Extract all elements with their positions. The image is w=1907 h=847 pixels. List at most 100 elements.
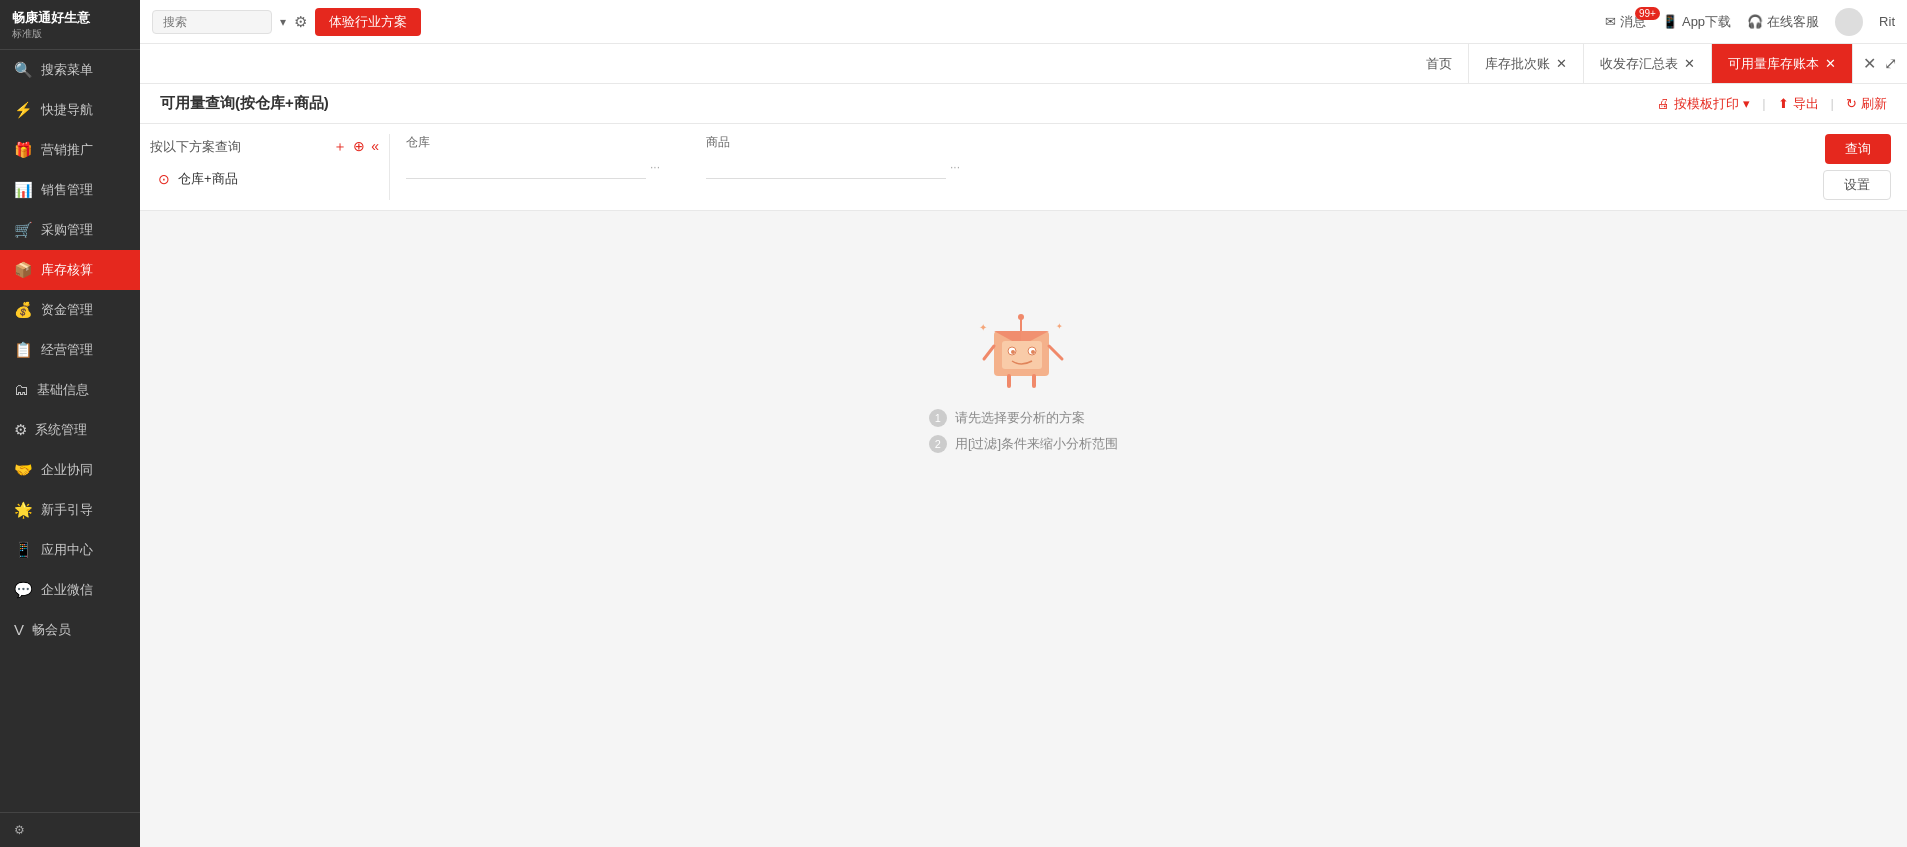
scheme-item-warehouse-goods[interactable]: ⊙ 仓库+商品 xyxy=(150,164,379,194)
empty-tip-2: 2 用[过滤]条件来缩小分析范围 xyxy=(929,435,1118,453)
service-icon: 🎧 xyxy=(1747,14,1763,29)
nav-icon-newbie: 🌟 xyxy=(14,501,33,519)
search-input[interactable] xyxy=(152,10,272,34)
nav-label-marketing: 营销推广 xyxy=(41,141,93,159)
nav-icon-appcenter: 📱 xyxy=(14,541,33,559)
tab-receipt-summary[interactable]: 收发存汇总表✕ xyxy=(1584,44,1712,83)
expand-tab-button[interactable]: ⤢ xyxy=(1884,54,1897,73)
nav-icon-shortcut: ⚡ xyxy=(14,101,33,119)
topbar-right: ✉ 消息 99+ 📱 App下载 🎧 在线客服 Rit xyxy=(1605,8,1895,36)
refresh-button[interactable]: ↻ 刷新 xyxy=(1846,95,1887,113)
query-btn-area: 查询 设置 xyxy=(1823,134,1907,200)
sidebar-item-appcenter[interactable]: 📱 应用中心 xyxy=(0,530,140,570)
sidebar-item-system[interactable]: ⚙系统管理 xyxy=(0,410,140,450)
sidebar-item-sales[interactable]: 📊销售管理 xyxy=(0,170,140,210)
goods-filter-group: 商品 ··· xyxy=(706,134,986,179)
goods-input[interactable] xyxy=(706,155,946,179)
close-tab-button[interactable]: ✕ xyxy=(1863,54,1876,73)
sidebar-item-purchase[interactable]: 🛒采购管理 xyxy=(0,210,140,250)
tab-close-available-ledger[interactable]: ✕ xyxy=(1825,57,1836,70)
page-title: 可用量查询(按仓库+商品) xyxy=(160,94,329,113)
goods-input-row: ··· xyxy=(706,155,986,179)
avatar[interactable] xyxy=(1835,8,1863,36)
sidebar-item-marketing[interactable]: 🎁营销推广 xyxy=(0,130,140,170)
scheme-icon: ⊙ xyxy=(158,171,170,187)
query-sidebar-actions: ＋ ⊕ « xyxy=(333,138,379,156)
settings-scheme-button[interactable]: ⊕ xyxy=(353,138,365,156)
nav-icon-sales: 📊 xyxy=(14,181,33,199)
messages-button[interactable]: ✉ 消息 99+ xyxy=(1605,13,1646,31)
user-name: Rit xyxy=(1879,14,1895,29)
tab-batch-account[interactable]: 库存批次账✕ xyxy=(1469,44,1584,83)
svg-point-9 xyxy=(1018,314,1024,320)
sidebar-logo: 畅康通好生意 标准版 xyxy=(0,0,140,50)
print-button[interactable]: 🖨 按模板打印 ▾ xyxy=(1657,95,1750,113)
query-area: 按以下方案查询 ＋ ⊕ « ⊙ 仓库+商品 仓库 xyxy=(140,124,1907,211)
sidebar-item-search[interactable]: 🔍搜索菜单 xyxy=(0,50,140,90)
sidebar-item-finance[interactable]: 💰资金管理 xyxy=(0,290,140,330)
goods-more-button[interactable]: ··· xyxy=(950,160,960,174)
nav-icon-operations: 📋 xyxy=(14,341,33,359)
nav-label-wechat: 企业微信 xyxy=(41,581,93,599)
messages-badge: 99+ xyxy=(1635,7,1660,20)
app-download-label: App下载 xyxy=(1682,13,1731,31)
chevron-down-icon[interactable]: ▾ xyxy=(280,15,286,29)
svg-line-13 xyxy=(1049,346,1062,359)
warehouse-filter-group: 仓库 ··· xyxy=(406,134,686,179)
nav-label-finance: 资金管理 xyxy=(41,301,93,319)
tip-number-1: 1 xyxy=(929,409,947,427)
settings-button[interactable]: 设置 xyxy=(1823,170,1891,200)
tab-label-home: 首页 xyxy=(1426,55,1452,73)
scheme-label: 仓库+商品 xyxy=(178,170,238,188)
nav-label-search: 搜索菜单 xyxy=(41,61,93,79)
empty-state-illustration: ✦ ✦ xyxy=(974,291,1074,391)
sidebar-item-newbie[interactable]: 🌟 新手引导 xyxy=(0,490,140,530)
sidebar-item-operations[interactable]: 📋 经营管理 xyxy=(0,330,140,370)
sidebar-logo-sub: 标准版 xyxy=(12,27,128,41)
add-scheme-button[interactable]: ＋ xyxy=(333,138,347,156)
tab-home[interactable]: 首页 xyxy=(1410,44,1469,83)
nav-icon-enterprise: 🤝 xyxy=(14,461,33,479)
trial-button[interactable]: 体验行业方案 xyxy=(315,8,421,36)
query-sidebar: 按以下方案查询 ＋ ⊕ « ⊙ 仓库+商品 xyxy=(140,134,390,200)
svg-line-12 xyxy=(984,346,994,359)
tabbar-actions: ✕ ⤢ xyxy=(1853,54,1907,73)
tab-close-batch-account[interactable]: ✕ xyxy=(1556,57,1567,70)
sidebar-item-base[interactable]: 🗂基础信息 xyxy=(0,370,140,410)
sidebar-item-member[interactable]: V畅会员 xyxy=(0,610,140,650)
tip-text-2: 用[过滤]条件来缩小分析范围 xyxy=(955,435,1118,453)
collapse-sidebar-button[interactable]: « xyxy=(371,138,379,156)
online-service-button[interactable]: 🎧 在线客服 xyxy=(1747,13,1819,31)
nav-icon-wechat: 💬 xyxy=(14,581,33,599)
tip-text-1: 请先选择要分析的方案 xyxy=(955,409,1085,427)
export-button[interactable]: ⬆ 导出 xyxy=(1778,95,1819,113)
warehouse-input-row: ··· xyxy=(406,155,686,179)
app-download-button[interactable]: 📱 App下载 xyxy=(1662,13,1731,31)
tab-close-receipt-summary[interactable]: ✕ xyxy=(1684,57,1695,70)
query-filters: 仓库 ··· 商品 ··· xyxy=(390,134,1823,200)
nav-label-system: 系统管理 xyxy=(35,421,87,439)
chevron-down-icon: ▾ xyxy=(1743,96,1750,111)
warehouse-input[interactable] xyxy=(406,155,646,179)
sidebar-logo-title: 畅康通好生意 xyxy=(12,10,128,27)
nav-icon-inventory: 📦 xyxy=(14,261,33,279)
sidebar-item-shortcut[interactable]: ⚡ 快捷导航 xyxy=(0,90,140,130)
page-content: ✦ ✦ 1 请先选择要分析的方案 2 用[过滤]条件来缩小分析范围 xyxy=(140,211,1907,847)
warehouse-more-button[interactable]: ··· xyxy=(650,160,660,174)
print-icon: 🖨 xyxy=(1657,96,1670,111)
nav-label-operations: 经营管理 xyxy=(41,341,93,359)
nav-label-newbie: 新手引导 xyxy=(41,501,93,519)
gear-icon[interactable]: ⚙ xyxy=(294,13,307,31)
query-button[interactable]: 查询 xyxy=(1825,134,1891,164)
sidebar-item-enterprise[interactable]: 🤝企业协同 xyxy=(0,450,140,490)
sidebar-item-wechat[interactable]: 💬 企业微信 xyxy=(0,570,140,610)
svg-point-7 xyxy=(1031,350,1035,354)
topbar: ▾ ⚙ 体验行业方案 ✉ 消息 99+ 📱 App下载 🎧 在线客服 Rit xyxy=(140,0,1907,44)
goods-filter-label: 商品 xyxy=(706,134,986,151)
nav-label-shortcut: 快捷导航 xyxy=(41,101,93,119)
nav-label-appcenter: 应用中心 xyxy=(41,541,93,559)
sidebar-item-inventory[interactable]: 📦 库存核算 xyxy=(0,250,140,290)
tab-available-ledger[interactable]: 可用量库存账本✕ xyxy=(1712,44,1853,83)
main-wrapper: ▾ ⚙ 体验行业方案 ✉ 消息 99+ 📱 App下载 🎧 在线客服 Rit 首 xyxy=(140,0,1907,847)
nav-label-inventory: 库存核算 xyxy=(41,261,93,279)
